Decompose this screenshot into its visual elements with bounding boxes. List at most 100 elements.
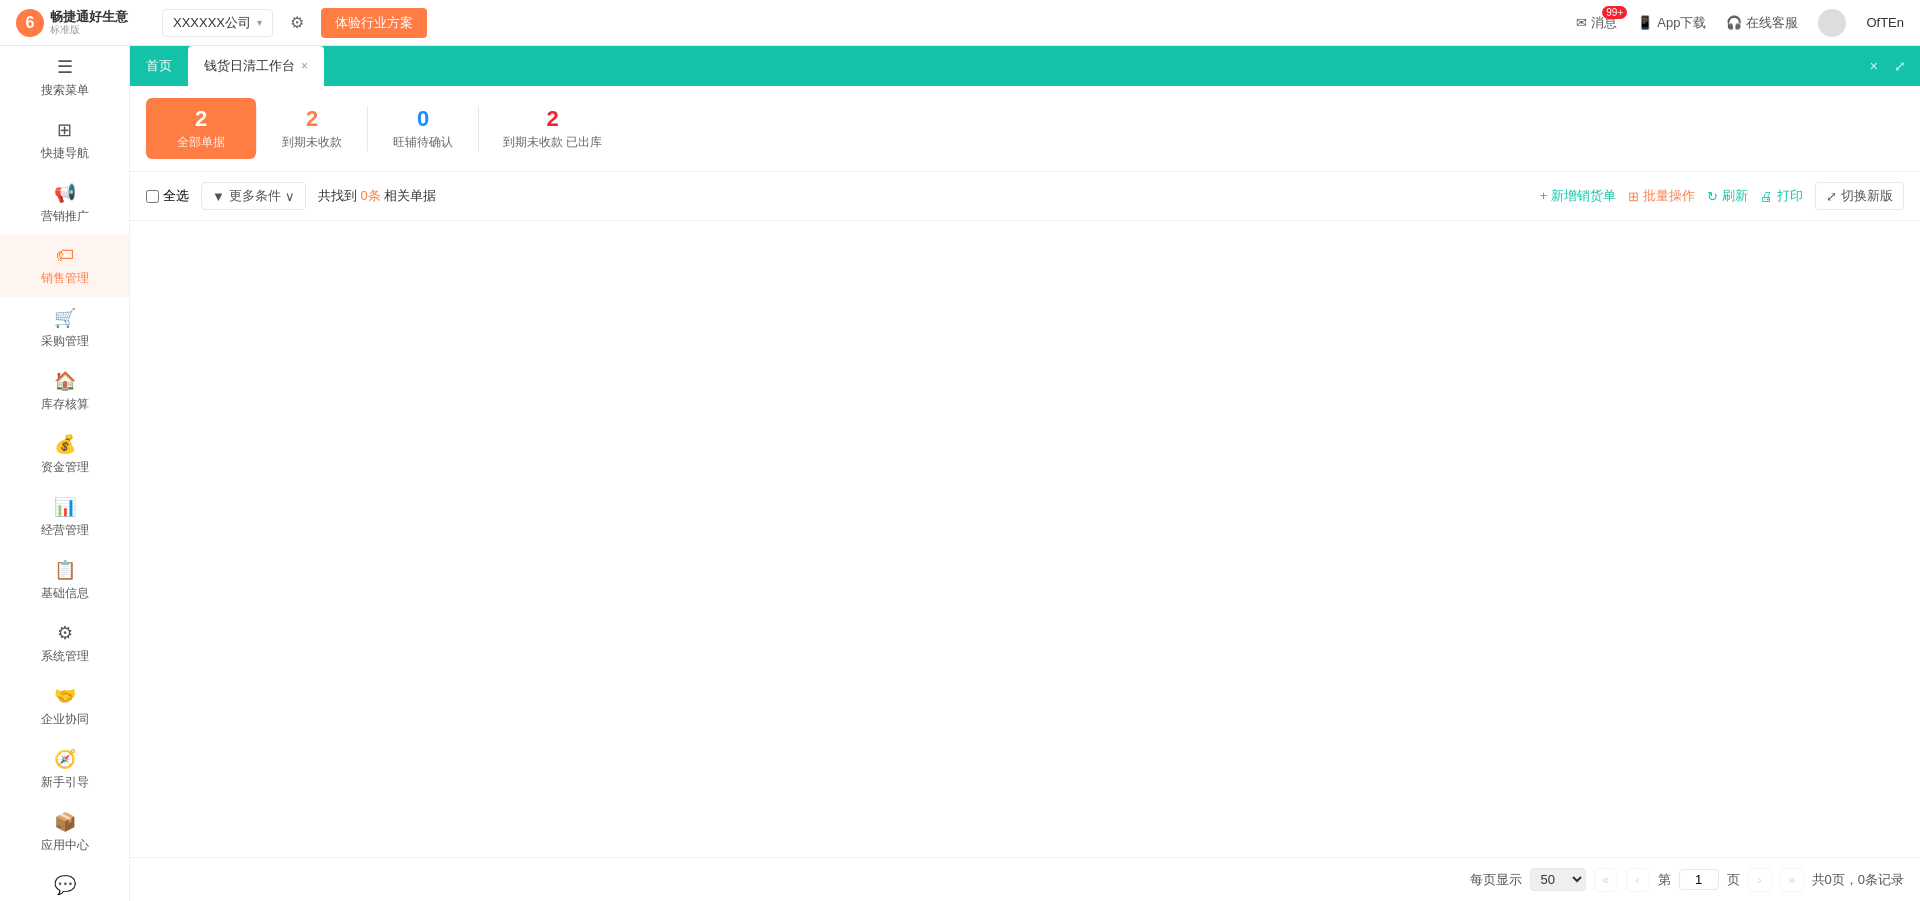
tab-close-icon[interactable]: × [301,59,308,73]
sidebar-item-basic-info[interactable]: 📋 基础信息 [0,549,129,612]
basic-info-icon: 📋 [54,559,76,581]
sidebar-item-guide[interactable]: 🧭 新手引导 [0,738,129,801]
tab-expand-button[interactable]: ⤢ [1890,54,1910,78]
guide-icon: 🧭 [54,748,76,770]
message-button[interactable]: ✉ 消息 99+ [1576,14,1617,32]
stat-all-label: 全部单据 [177,134,225,151]
logo-sub: 标准版 [50,24,128,36]
sidebar-item-inventory[interactable]: 🏠 库存核算 [0,360,129,423]
sidebar-item-purchase[interactable]: 🛒 采购管理 [0,297,129,360]
stat-overdue[interactable]: 2 到期未收款 [257,98,367,159]
chevron-down-icon: ▾ [257,17,262,28]
stat-pending[interactable]: 0 旺辅待确认 [368,98,478,159]
operation-icon: 📊 [54,496,76,518]
sidebar-item-quick-nav[interactable]: ⊞ 快捷导航 [0,109,129,172]
new-sales-label: + 新增销货单 [1540,187,1616,205]
tab-bar: 首页 钱货日清工作台 × × ⤢ [130,46,1920,86]
sidebar-item-label: 基础信息 [41,585,89,602]
found-text: 共找到 0条 相关单据 [318,187,436,205]
page-label: 第 [1658,871,1671,889]
message-badge: 99+ [1602,6,1627,19]
refresh-button[interactable]: ↻ 刷新 [1707,187,1748,205]
print-button[interactable]: 🖨 打印 [1760,187,1803,205]
sidebar-item-marketing[interactable]: 📢 营销推广 [0,172,129,235]
sidebar-item-app-center[interactable]: 📦 应用中心 [0,801,129,864]
logo-area: 6 畅捷通好生意 标准版 [16,9,146,37]
stat-shipped-label: 到期未收款 已出库 [503,134,602,151]
sidebar-item-operation[interactable]: 📊 经营管理 [0,486,129,549]
batch-label: 批量操作 [1643,187,1695,205]
refresh-icon: ↻ [1707,189,1718,204]
stat-all[interactable]: 2 全部单据 [146,98,256,159]
sidebar-item-label: 企业协同 [41,711,89,728]
app-download-button[interactable]: 📱 App下载 [1637,14,1706,32]
sidebar-item-label: 系统管理 [41,648,89,665]
sales-icon: 🏷 [56,245,74,266]
top-header: 6 畅捷通好生意 标准版 XXXXXX公司 ▾ ⚙ 体验行业方案 ✉ 消息 99… [0,0,1920,46]
stat-shipped[interactable]: 2 到期未收款 已出库 [479,98,626,159]
filter-label: 更多条件 [229,187,281,205]
tab-workbench[interactable]: 钱货日清工作台 × [188,46,324,86]
sidebar-item-finance[interactable]: 💰 资金管理 [0,423,129,486]
purchase-icon: 🛒 [54,307,76,329]
switch-version-label: 切换新版 [1841,187,1893,205]
service-label: 在线客服 [1746,14,1798,32]
logo-name: 畅捷通好生意 [50,9,128,25]
batch-button[interactable]: ⊞ 批量操作 [1628,187,1695,205]
last-page-icon: » [1788,873,1795,887]
sidebar: ☰ 搜索菜单 ⊞ 快捷导航 📢 营销推广 🏷 销售管理 🛒 采购管理 🏠 库存核… [0,46,130,901]
stats-bar: 2 全部单据 2 到期未收款 0 旺辅待确认 2 到期未收款 已出库 [130,86,1920,172]
first-page-button[interactable]: « [1594,868,1618,892]
batch-icon: ⊞ [1628,189,1639,204]
refresh-label: 刷新 [1722,187,1748,205]
page-size-label: 每页显示 [1470,871,1522,889]
finance-icon: 💰 [54,433,76,455]
tab-home[interactable]: 首页 [130,46,188,86]
settings-button[interactable]: ⚙ [283,9,311,37]
select-all-checkbox[interactable]: 全选 [146,187,189,205]
system-icon: ⚙ [57,622,73,644]
company-selector[interactable]: XXXXXX公司 ▾ [162,9,273,37]
tab-workbench-label: 钱货日清工作台 [204,57,295,75]
next-page-button[interactable]: › [1748,868,1772,892]
sidebar-item-corp[interactable]: 🤝 企业协同 [0,675,129,738]
found-count: 0条 [361,188,381,203]
new-sales-button[interactable]: + 新增销货单 [1540,187,1616,205]
sidebar-item-wechat[interactable]: 💬 企业微信 [0,864,129,901]
corp-icon: 🤝 [54,685,76,707]
sidebar-item-label: 经营管理 [41,522,89,539]
sidebar-item-label: 采购管理 [41,333,89,350]
tab-close-button[interactable]: × [1866,54,1882,78]
experience-button[interactable]: 体验行业方案 [321,8,427,38]
switch-version-button[interactable]: ⤢ 切换新版 [1815,182,1904,210]
sidebar-item-label: 新手引导 [41,774,89,791]
sidebar-item-search-menu[interactable]: ☰ 搜索菜单 [0,46,129,109]
app-download-label: App下载 [1657,14,1706,32]
app-body: ☰ 搜索菜单 ⊞ 快捷导航 📢 营销推广 🏷 销售管理 🛒 采购管理 🏠 库存核… [0,46,1920,901]
stat-pending-label: 旺辅待确认 [393,134,453,151]
inventory-icon: 🏠 [54,370,76,392]
logo-text: 畅捷通好生意 标准版 [50,9,128,37]
prev-page-button[interactable]: ‹ [1626,868,1650,892]
logo-icon: 6 [16,9,44,37]
stat-overdue-number: 2 [306,106,318,132]
total-label: 共0页，0条记录 [1812,871,1904,889]
message-icon: ✉ [1576,15,1587,30]
page-size-select[interactable]: 50 100 200 [1530,868,1586,891]
page-suffix: 页 [1727,871,1740,889]
prev-page-icon: ‹ [1636,873,1640,887]
avatar[interactable] [1818,9,1846,37]
last-page-button[interactable]: » [1780,868,1804,892]
filter-button[interactable]: ▼ 更多条件 ∨ [201,182,306,210]
sidebar-item-system[interactable]: ⚙ 系统管理 [0,612,129,675]
all-checkbox-input[interactable] [146,190,159,203]
filter-icon: ▼ [212,189,225,204]
content-area: 2 全部单据 2 到期未收款 0 旺辅待确认 2 到期未收款 已出库 [130,86,1920,901]
sidebar-item-sales[interactable]: 🏷 销售管理 [0,235,129,297]
page-input[interactable] [1679,869,1719,890]
tab-home-label: 首页 [146,57,172,75]
service-icon: 🎧 [1726,15,1742,30]
service-button[interactable]: 🎧 在线客服 [1726,14,1798,32]
tab-bar-actions: × ⤢ [1866,54,1920,78]
stat-pending-number: 0 [417,106,429,132]
